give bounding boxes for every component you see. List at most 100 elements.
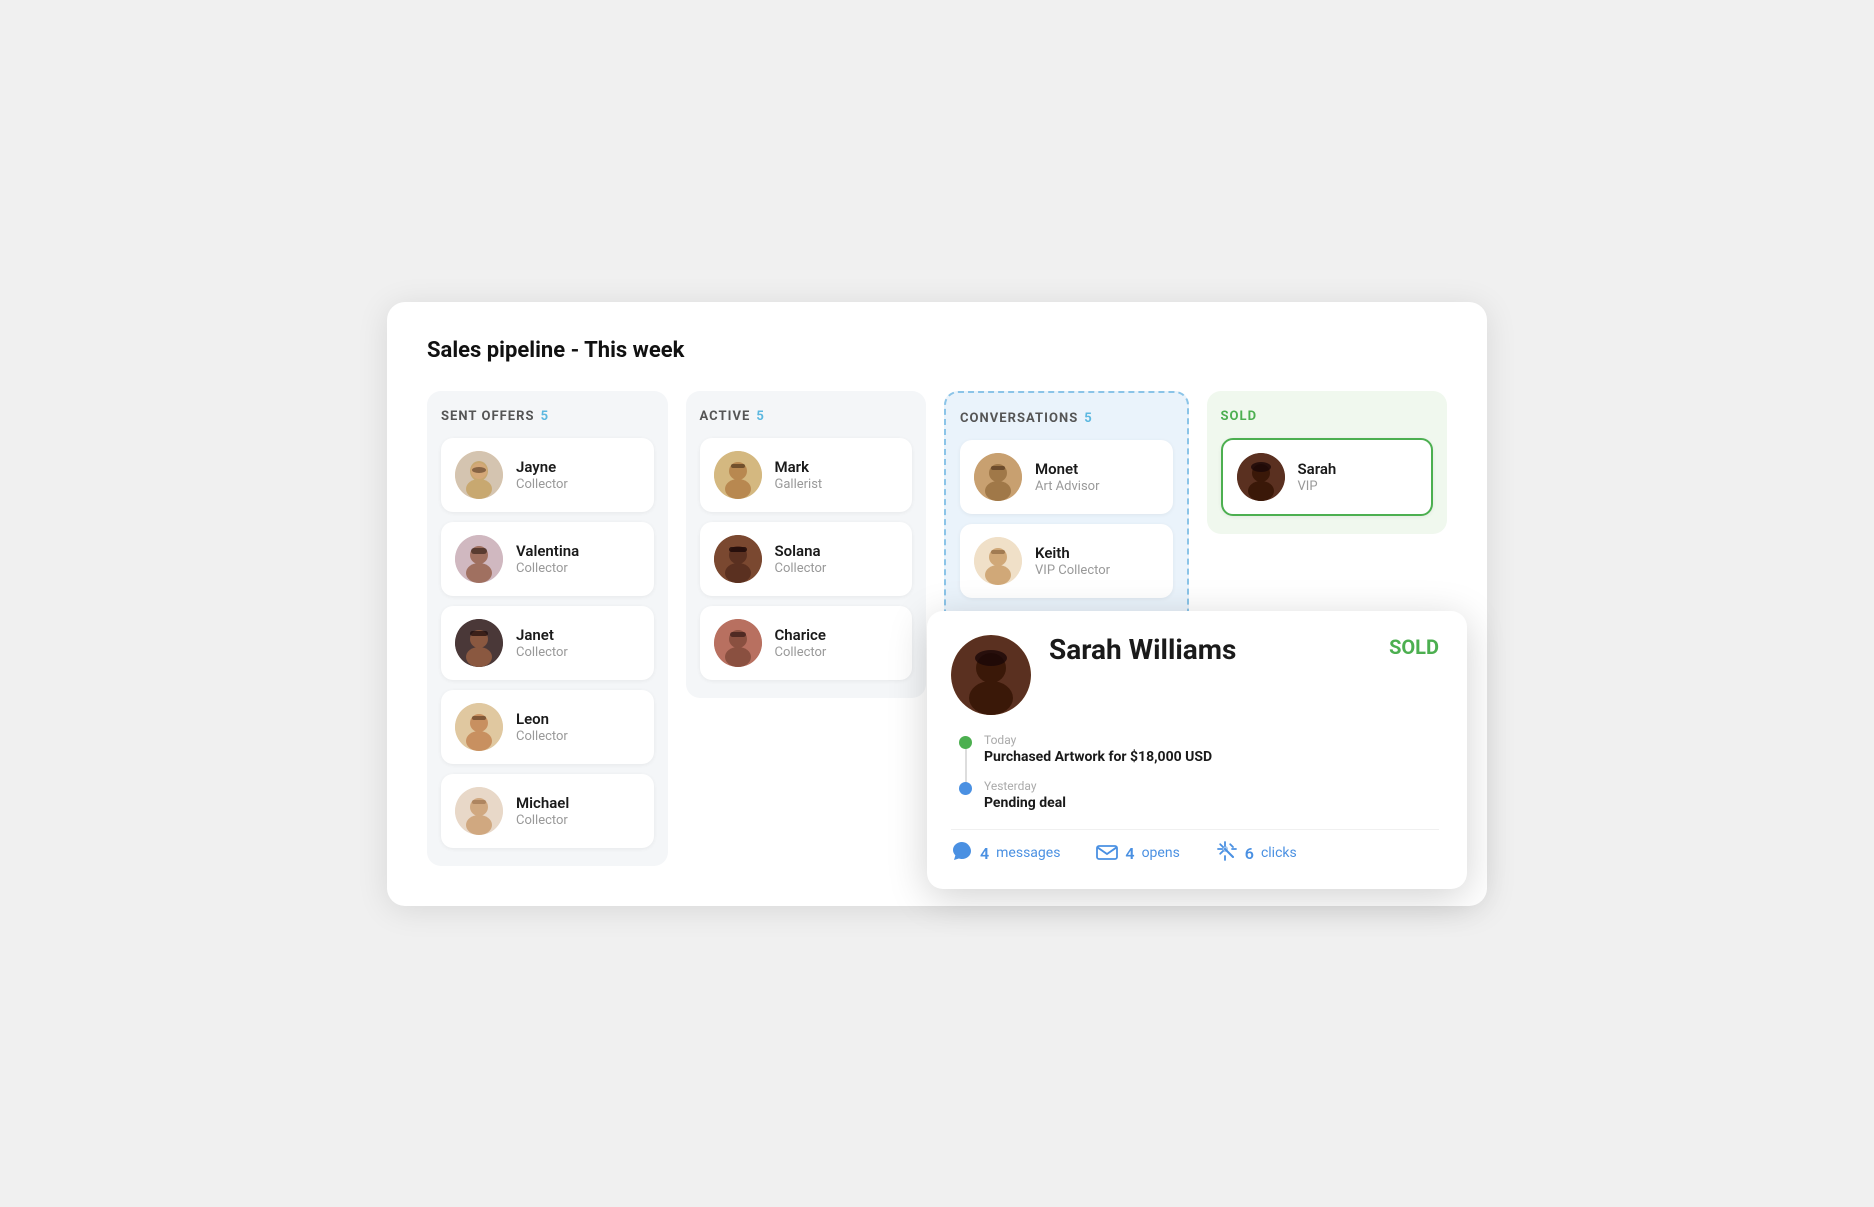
avatar-monet — [974, 453, 1022, 501]
column-header-active: ACTIVE 5 — [700, 409, 913, 424]
card-name-leon: Leon — [516, 710, 568, 728]
detail-sold-badge: SOLD — [1389, 635, 1439, 659]
card-michael[interactable]: Michael Collector — [441, 774, 654, 848]
stat-opens-value: 4 — [1125, 844, 1134, 863]
column-title-active: ACTIVE — [700, 409, 751, 424]
card-sarah-sold[interactable]: Sarah VIP — [1221, 438, 1434, 516]
card-role-leon: Collector — [516, 729, 568, 744]
card-info-valentina: Valentina Collector — [516, 542, 579, 576]
column-title-sent-offers: SENT OFFERS — [441, 409, 535, 424]
card-info-monet: Monet Art Advisor — [1035, 460, 1099, 494]
card-name-jayne: Jayne — [516, 458, 568, 476]
timeline-text-today: Purchased Artwork for $18,000 USD — [984, 749, 1212, 765]
card-name-charice: Charice — [775, 626, 827, 644]
card-name-valentina: Valentina — [516, 542, 579, 560]
timeline-dot-blue — [959, 782, 972, 795]
avatar-leon — [455, 703, 503, 751]
card-role-charice: Collector — [775, 645, 827, 660]
card-role-michael: Collector — [516, 813, 569, 828]
card-name-monet: Monet — [1035, 460, 1099, 478]
timeline-label-today: Today — [984, 733, 1212, 747]
timeline-item-today: Today Purchased Artwork for $18,000 USD — [959, 733, 1439, 765]
stat-clicks: 6 clicks — [1216, 840, 1297, 867]
card-janet[interactable]: Janet Collector — [441, 606, 654, 680]
card-name-keith: Keith — [1035, 544, 1110, 562]
timeline-item-yesterday: Yesterday Pending deal — [959, 779, 1439, 811]
column-sent-offers: SENT OFFERS 5 Jayne Collector — [427, 391, 668, 866]
card-keith[interactable]: Keith VIP Collector — [960, 524, 1173, 598]
column-count-conversations: 5 — [1084, 411, 1093, 426]
avatar-keith — [974, 537, 1022, 585]
column-count-active: 5 — [756, 409, 765, 424]
avatar-michael — [455, 787, 503, 835]
card-role-valentina: Collector — [516, 561, 579, 576]
card-info-jayne: Jayne Collector — [516, 458, 568, 492]
messages-icon — [951, 840, 973, 867]
column-count-sent-offers: 5 — [541, 409, 550, 424]
app-container: Sales pipeline - This week SENT OFFERS 5 — [387, 302, 1487, 906]
timeline-dot-green — [959, 736, 972, 749]
card-solana[interactable]: Solana Collector — [700, 522, 913, 596]
card-mark[interactable]: Mark Gallerist — [700, 438, 913, 512]
timeline-label-yesterday: Yesterday — [984, 779, 1066, 793]
card-info-mark: Mark Gallerist — [775, 458, 823, 492]
card-role-jayne: Collector — [516, 477, 568, 492]
stat-clicks-value: 6 — [1245, 844, 1254, 863]
avatar-janet — [455, 619, 503, 667]
card-jayne[interactable]: Jayne Collector — [441, 438, 654, 512]
card-name-janet: Janet — [516, 626, 568, 644]
card-name-sarah-sold: Sarah — [1298, 460, 1337, 478]
stat-messages-value: 4 — [980, 844, 989, 863]
card-name-mark: Mark — [775, 458, 823, 476]
card-role-keith: VIP Collector — [1035, 563, 1110, 578]
timeline-content-today: Today Purchased Artwork for $18,000 USD — [984, 733, 1212, 765]
column-sold: SOLD Sarah VIP — [1207, 391, 1448, 534]
column-header-conversations: CONVERSATIONS 5 — [960, 411, 1173, 426]
page-title: Sales pipeline - This week — [427, 338, 1447, 363]
clicks-icon — [1216, 840, 1238, 867]
stat-messages-label: messages — [996, 845, 1060, 861]
card-info-leon: Leon Collector — [516, 710, 568, 744]
avatar-charice — [714, 619, 762, 667]
opens-icon — [1096, 841, 1118, 865]
card-role-sarah-sold: VIP — [1298, 479, 1337, 494]
stat-messages: 4 messages — [951, 840, 1060, 867]
detail-avatar-sarah — [951, 635, 1031, 715]
column-title-sold: SOLD — [1221, 409, 1258, 424]
detail-name-area: Sarah Williams — [1049, 635, 1371, 666]
column-active: ACTIVE 5 Mark Gallerist — [686, 391, 927, 698]
column-header-sent-offers: SENT OFFERS 5 — [441, 409, 654, 424]
stat-opens: 4 opens — [1096, 841, 1179, 865]
avatar-solana — [714, 535, 762, 583]
column-title-conversations: CONVERSATIONS — [960, 411, 1078, 426]
timeline-text-yesterday: Pending deal — [984, 795, 1066, 811]
detail-popup: Sarah Williams SOLD Today Purchased Artw… — [927, 611, 1467, 889]
stat-opens-label: opens — [1142, 845, 1180, 861]
card-monet[interactable]: Monet Art Advisor — [960, 440, 1173, 514]
avatar-valentina — [455, 535, 503, 583]
avatar-jayne — [455, 451, 503, 499]
timeline: Today Purchased Artwork for $18,000 USD … — [959, 733, 1439, 811]
detail-stats: 4 messages 4 opens — [951, 829, 1439, 867]
card-info-michael: Michael Collector — [516, 794, 569, 828]
card-role-janet: Collector — [516, 645, 568, 660]
card-role-monet: Art Advisor — [1035, 479, 1099, 494]
card-leon[interactable]: Leon Collector — [441, 690, 654, 764]
card-name-solana: Solana — [775, 542, 827, 560]
card-role-solana: Collector — [775, 561, 827, 576]
detail-header: Sarah Williams SOLD — [951, 635, 1439, 715]
card-name-michael: Michael — [516, 794, 569, 812]
card-info-keith: Keith VIP Collector — [1035, 544, 1110, 578]
pipeline-board: SENT OFFERS 5 Jayne Collector — [427, 391, 1447, 866]
detail-person-name: Sarah Williams — [1049, 635, 1371, 666]
column-header-sold: SOLD — [1221, 409, 1434, 424]
card-info-charice: Charice Collector — [775, 626, 827, 660]
card-info-janet: Janet Collector — [516, 626, 568, 660]
card-charice[interactable]: Charice Collector — [700, 606, 913, 680]
card-info-sarah-sold: Sarah VIP — [1298, 460, 1337, 494]
card-info-solana: Solana Collector — [775, 542, 827, 576]
avatar-mark — [714, 451, 762, 499]
card-valentina[interactable]: Valentina Collector — [441, 522, 654, 596]
card-role-mark: Gallerist — [775, 477, 823, 492]
avatar-sarah-sold — [1237, 453, 1285, 501]
